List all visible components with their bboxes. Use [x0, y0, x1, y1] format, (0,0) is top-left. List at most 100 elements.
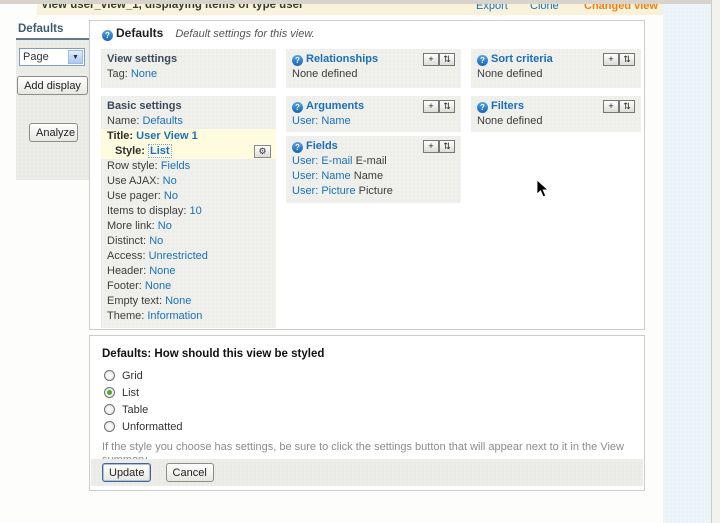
help-icon[interactable]: ? — [102, 30, 113, 41]
display-type-select[interactable]: Page ▼ — [19, 48, 85, 66]
style-option-unformatted[interactable]: Unformatted — [104, 421, 183, 438]
basic-settings-title: Basic settings — [107, 100, 182, 112]
setting-value-link[interactable]: None — [149, 265, 175, 277]
help-icon[interactable]: ? — [292, 55, 303, 66]
update-button[interactable]: Update — [102, 463, 151, 482]
setting-row: Header: None — [107, 264, 270, 279]
setting-row: More link: No — [107, 219, 270, 234]
form-actions-bar: Update Cancel — [91, 459, 643, 486]
style-option-label: Grid — [122, 370, 143, 382]
setting-label: Theme: — [107, 310, 144, 322]
setting-value-link[interactable]: None — [165, 295, 191, 307]
sort-criteria-title-link[interactable]: Sort criteria — [491, 53, 553, 65]
display-sidebar: Defaults Page ▼ Add display Analyze — [16, 20, 89, 180]
item-link[interactable]: User: Name — [292, 170, 351, 182]
filters-title-link[interactable]: Filters — [491, 100, 524, 112]
setting-label: Use pager: — [107, 190, 161, 202]
setting-row: Theme: Information — [107, 309, 270, 324]
radio-icon[interactable] — [104, 370, 115, 381]
sort-criteria-box: ?Sort criteria +⇅ None defined — [471, 49, 641, 88]
setting-row: Style: List⚙ — [101, 144, 276, 159]
setting-value-link[interactable]: Unrestricted — [149, 250, 208, 262]
add-display-button[interactable]: Add display — [17, 76, 88, 95]
style-option-label: List — [122, 387, 139, 399]
view-summary-panel: ?DefaultsDefault settings for this view.… — [89, 20, 645, 330]
setting-label: Distinct: — [107, 235, 146, 247]
sort-criteria-empty-text: None defined — [477, 67, 635, 82]
setting-row: Empty text: None — [107, 294, 270, 309]
clone-link[interactable]: Clone — [530, 4, 559, 12]
help-icon[interactable]: ? — [292, 102, 303, 113]
style-option-list[interactable]: List — [104, 387, 183, 404]
radio-selected-icon[interactable] — [104, 387, 115, 398]
setting-label: Empty text: — [107, 295, 162, 307]
view-title: View user_view_1, displaying items of ty… — [41, 4, 303, 11]
scrollbar-track[interactable] — [711, 0, 720, 523]
radio-icon[interactable] — [104, 404, 115, 415]
setting-label: Row style: — [107, 160, 158, 172]
rearrange-icon[interactable]: ⇅ — [619, 53, 635, 66]
fields-title-link[interactable]: Fields — [306, 140, 338, 152]
setting-row: Use AJAX: No — [107, 174, 270, 189]
setting-label: Items to display: — [107, 205, 186, 217]
rearrange-icon[interactable]: ⇅ — [439, 100, 455, 113]
style-option-table[interactable]: Table — [104, 404, 183, 421]
setting-label: Title: — [107, 130, 133, 142]
panel-header: ?DefaultsDefault settings for this view. — [102, 26, 315, 41]
setting-label: More link: — [107, 220, 155, 232]
add-icon[interactable]: + — [603, 100, 619, 113]
export-link[interactable]: Export — [476, 4, 508, 12]
style-form-panel: Defaults: How should this view be styled… — [89, 335, 645, 491]
help-icon[interactable]: ? — [477, 55, 488, 66]
setting-value-link[interactable]: Information — [147, 310, 202, 322]
item-row: User: Picture Picture — [292, 184, 455, 199]
setting-value-link[interactable]: None — [131, 68, 157, 80]
style-form-title: Defaults: How should this view be styled — [102, 348, 324, 360]
setting-label: Use AJAX: — [107, 175, 160, 187]
setting-label: Header: — [107, 265, 146, 277]
style-settings-gear-icon[interactable]: ⚙ — [254, 145, 271, 158]
add-icon[interactable]: + — [603, 53, 619, 66]
setting-value-link[interactable]: No — [163, 175, 177, 187]
rearrange-icon[interactable]: ⇅ — [439, 140, 455, 153]
analyze-button[interactable]: Analyze — [29, 123, 78, 142]
setting-label: Footer: — [107, 280, 142, 292]
add-icon[interactable]: + — [423, 140, 439, 153]
help-icon[interactable]: ? — [292, 142, 303, 153]
view-title-bar: View user_view_1, displaying items of ty… — [37, 4, 663, 15]
radio-icon[interactable] — [104, 421, 115, 432]
changed-view-link[interactable]: Changed view — [584, 4, 658, 12]
tab-defaults[interactable]: Defaults — [16, 20, 89, 40]
item-suffix: E-mail — [356, 155, 387, 167]
relationships-empty-text: None defined — [292, 67, 455, 82]
item-link[interactable]: User: E-mail — [292, 155, 353, 167]
display-type-selected-value: Page — [23, 51, 49, 63]
rearrange-icon[interactable]: ⇅ — [619, 100, 635, 113]
setting-row: Row style: Fields — [107, 159, 270, 174]
setting-value-link[interactable]: Defaults — [142, 115, 182, 127]
panel-title: Defaults — [116, 26, 163, 40]
setting-value-link[interactable]: No — [158, 220, 172, 232]
style-option-label: Table — [122, 404, 148, 416]
help-icon[interactable]: ? — [477, 102, 488, 113]
item-link[interactable]: User: Picture — [292, 185, 356, 197]
setting-value-link[interactable]: 10 — [190, 205, 202, 217]
setting-value-link[interactable]: None — [145, 280, 171, 292]
setting-value-link[interactable]: No — [149, 235, 163, 247]
setting-label: Name: — [107, 115, 139, 127]
arguments-box: ?Arguments +⇅ User: Name — [286, 96, 461, 132]
style-option-grid[interactable]: Grid — [104, 370, 183, 387]
add-icon[interactable]: + — [423, 100, 439, 113]
item-link[interactable]: User: Name — [292, 115, 351, 127]
setting-value-link[interactable]: List — [148, 144, 172, 158]
item-row: User: Name Name — [292, 169, 455, 184]
cancel-button[interactable]: Cancel — [166, 463, 214, 482]
rearrange-icon[interactable]: ⇅ — [439, 53, 455, 66]
setting-value-link[interactable]: User View 1 — [136, 130, 198, 142]
setting-value-link[interactable]: Fields — [161, 160, 190, 172]
item-suffix: Picture — [359, 185, 393, 197]
add-icon[interactable]: + — [423, 53, 439, 66]
relationships-title-link[interactable]: Relationships — [306, 53, 378, 65]
setting-value-link[interactable]: No — [164, 190, 178, 202]
arguments-title-link[interactable]: Arguments — [306, 100, 364, 112]
